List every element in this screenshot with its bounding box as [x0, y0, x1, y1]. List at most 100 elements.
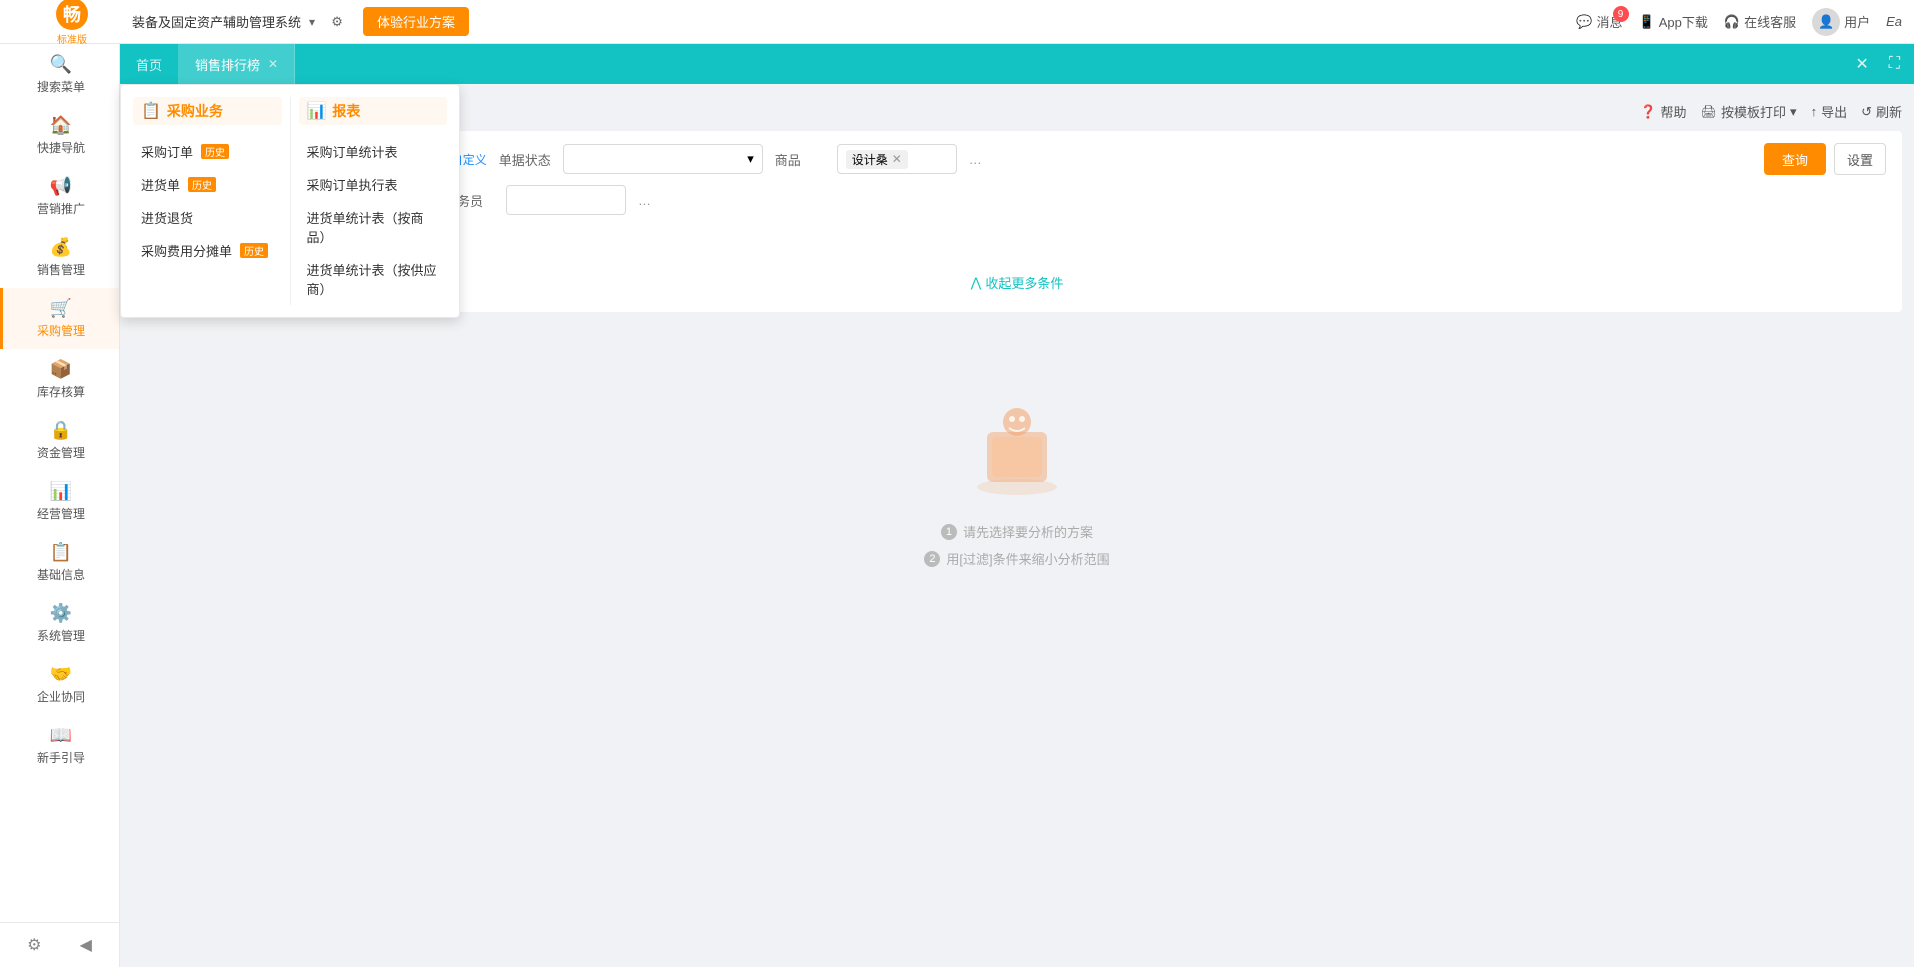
dropdown-item-purchase-order[interactable]: 采购订单 历史 — [133, 135, 282, 168]
dropdown-item-receipt-goods[interactable]: 进货单统计表（按商品） — [299, 201, 448, 253]
goods-tag-close[interactable]: ✕ — [892, 152, 902, 166]
tab-close-all-btn[interactable]: ✕ — [1849, 52, 1874, 76]
sidebar-item-finance[interactable]: 🔒 资金管理 — [0, 410, 119, 471]
tab-sales-rank-label: 销售排行榜 — [195, 55, 260, 74]
goods-tag: 设计桑 ✕ — [846, 150, 908, 169]
query-btn[interactable]: 查询 — [1764, 143, 1826, 175]
help-btn[interactable]: ❓ 帮助 — [1640, 102, 1686, 121]
top-header: 畅 标准版 装备及固定资产辅助管理系统 ▾ ⚙ 体验行业方案 💬 消息 9 📱 … — [0, 0, 1914, 44]
doc-status-dropdown-icon: ▾ — [747, 151, 754, 167]
refresh-btn[interactable]: ↺ 刷新 — [1861, 102, 1902, 121]
goods-tag-text: 设计桑 — [852, 151, 888, 168]
goods-input-area[interactable]: 设计桑 ✕ — [837, 144, 957, 174]
dropdown-item-order-stats[interactable]: 采购订单统计表 — [299, 135, 448, 168]
online-service-btn[interactable]: 🎧 在线客服 — [1724, 12, 1796, 31]
system-title-area: 装备及固定资产辅助管理系统 ▾ ⚙ 体验行业方案 — [132, 7, 1576, 36]
dropdown-item-cost-split[interactable]: 采购费用分摊单 历史 — [133, 234, 282, 267]
order-exec-label: 采购订单执行表 — [307, 175, 398, 194]
sidebar-item-quick-nav[interactable]: 🏠 快捷导航 — [0, 105, 119, 166]
goods-label: 商品 — [775, 150, 825, 169]
export-icon: ↑ — [1811, 104, 1818, 119]
user-btn[interactable]: 👤 用户 — [1812, 8, 1870, 36]
receipt-goods-label: 进货单统计表（按商品） — [307, 208, 440, 246]
logo-char: 畅 — [63, 1, 81, 27]
salesperson-input[interactable] — [506, 185, 626, 215]
system-title: 装备及固定资产辅助管理系统 — [132, 12, 301, 31]
sidebar-item-purchase[interactable]: 🛒 采购管理 — [0, 288, 119, 349]
dropdown-col2-title: 📊 报表 — [299, 97, 448, 125]
settings-icon-btn[interactable]: ⚙ — [323, 8, 351, 36]
collapse-up-icon: ⋀ — [971, 275, 982, 291]
tab-home[interactable]: 首页 — [120, 44, 179, 84]
sidebar-collapse-btn[interactable]: ◀ — [72, 931, 100, 959]
export-btn[interactable]: ↑ 导出 — [1811, 102, 1848, 121]
sidebar-item-operations[interactable]: 📊 经营管理 — [0, 471, 119, 532]
sidebar-item-marketing[interactable]: 📢 营销推广 — [0, 166, 119, 227]
sidebar-item-system[interactable]: ⚙️ 系统管理 — [0, 593, 119, 654]
message-btn[interactable]: 💬 消息 9 — [1576, 12, 1622, 31]
tab-expand-btn[interactable]: ⛶ — [1883, 53, 1906, 75]
dropdown-col1-title-text: 采购业务 — [167, 101, 223, 121]
sidebar-item-search[interactable]: 🔍 搜索菜单 — [0, 44, 119, 105]
box-icon: 📦 — [50, 359, 72, 380]
sidebar-bottom: ⚙ ◀ — [0, 922, 119, 967]
cost-split-label: 采购费用分摊单 — [141, 241, 232, 260]
handshake-icon: 🤝 — [50, 664, 72, 685]
dropdown-item-receipt-supplier[interactable]: 进货单统计表（按供应商） — [299, 253, 448, 305]
headset-icon: 🎧 — [1724, 14, 1740, 30]
collapse-label: 收起更多条件 — [985, 273, 1063, 292]
app-download-label: App下载 — [1659, 12, 1708, 31]
print-btn[interactable]: 🖨 按模板打印 ▾ — [1701, 102, 1797, 121]
sidebar-label-enterprise: 企业协同 — [37, 688, 85, 705]
history-badge-3: 历史 — [240, 243, 268, 258]
return-label: 进货退货 — [141, 208, 193, 227]
print-dropdown-icon[interactable]: ▾ — [1790, 104, 1797, 120]
goods-more-btn[interactable]: … — [969, 152, 982, 167]
logo-subtext: 标准版 — [57, 31, 87, 46]
sidebar-label-finance: 资金管理 — [37, 444, 85, 461]
tab-home-label: 首页 — [136, 55, 162, 74]
reports-icon: 📊 — [307, 101, 327, 121]
sidebar-item-basic-info[interactable]: 📋 基础信息 — [0, 532, 119, 593]
dropdown-col-purchase-business: 📋 采购业务 采购订单 历史 进货单 历史 进货退货 采购费用分摊单 历史 — [133, 97, 282, 305]
sidebar-item-inventory[interactable]: 📦 库存核算 — [0, 349, 119, 410]
tab-sales-rank[interactable]: 销售排行榜 ✕ — [179, 44, 295, 84]
tab-close-icon[interactable]: ✕ — [268, 57, 278, 71]
message-badge: 9 — [1613, 6, 1629, 22]
dropdown-col1-title: 📋 采购业务 — [133, 97, 282, 125]
title-dropdown-icon[interactable]: ▾ — [309, 15, 315, 29]
query-actions: 查询 设置 — [1764, 143, 1886, 175]
empty-text-step1: 1 请先选择要分析的方案 — [941, 522, 1093, 541]
doc-status-select[interactable]: ▾ — [563, 144, 763, 174]
sidebar-item-sales[interactable]: 💰 销售管理 — [0, 227, 119, 288]
empty-illustration — [957, 402, 1077, 502]
sidebar-label-inventory: 库存核算 — [37, 383, 85, 400]
cart-icon: 🛒 — [50, 298, 72, 319]
refresh-icon: ↺ — [1861, 104, 1872, 120]
sidebar-label-operations: 经营管理 — [37, 505, 85, 522]
filter-settings-btn[interactable]: 设置 — [1834, 143, 1886, 175]
sidebar-settings-btn[interactable]: ⚙ — [19, 931, 49, 959]
sidebar-label-guide: 新手引导 — [37, 749, 85, 766]
dropdown-item-receipt[interactable]: 进货单 历史 — [133, 168, 282, 201]
tab-bar: 首页 销售排行榜 ✕ ✕ ⛶ — [120, 44, 1914, 84]
sidebar-item-guide[interactable]: 📖 新手引导 — [0, 715, 119, 776]
dropdown-item-order-exec[interactable]: 采购订单执行表 — [299, 168, 448, 201]
purchase-dropdown-menu: 📋 采购业务 采购订单 历史 进货单 历史 进货退货 采购费用分摊单 历史 — [120, 84, 460, 318]
chart-icon: 📊 — [50, 481, 72, 502]
dropdown-divider — [290, 97, 291, 305]
industry-btn[interactable]: 体验行业方案 — [363, 7, 469, 36]
salesperson-more-btn[interactable]: … — [638, 193, 651, 208]
history-badge-2: 历史 — [188, 177, 216, 192]
sidebar-label-system: 系统管理 — [37, 627, 85, 644]
user-avatar: 👤 — [1812, 8, 1840, 36]
dropdown-col2-title-text: 报表 — [332, 101, 360, 121]
tab-right-actions: ✕ ⛶ — [1849, 52, 1914, 76]
dropdown-item-return[interactable]: 进货退货 — [133, 201, 282, 234]
app-download-btn[interactable]: 📱 App下载 — [1639, 12, 1708, 31]
logo-icon: 畅 — [56, 0, 88, 30]
sidebar-label-marketing: 营销推广 — [37, 200, 85, 217]
megaphone-icon: 📢 — [50, 176, 72, 197]
book-icon: 📖 — [50, 725, 72, 746]
sidebar-item-enterprise[interactable]: 🤝 企业协同 — [0, 654, 119, 715]
